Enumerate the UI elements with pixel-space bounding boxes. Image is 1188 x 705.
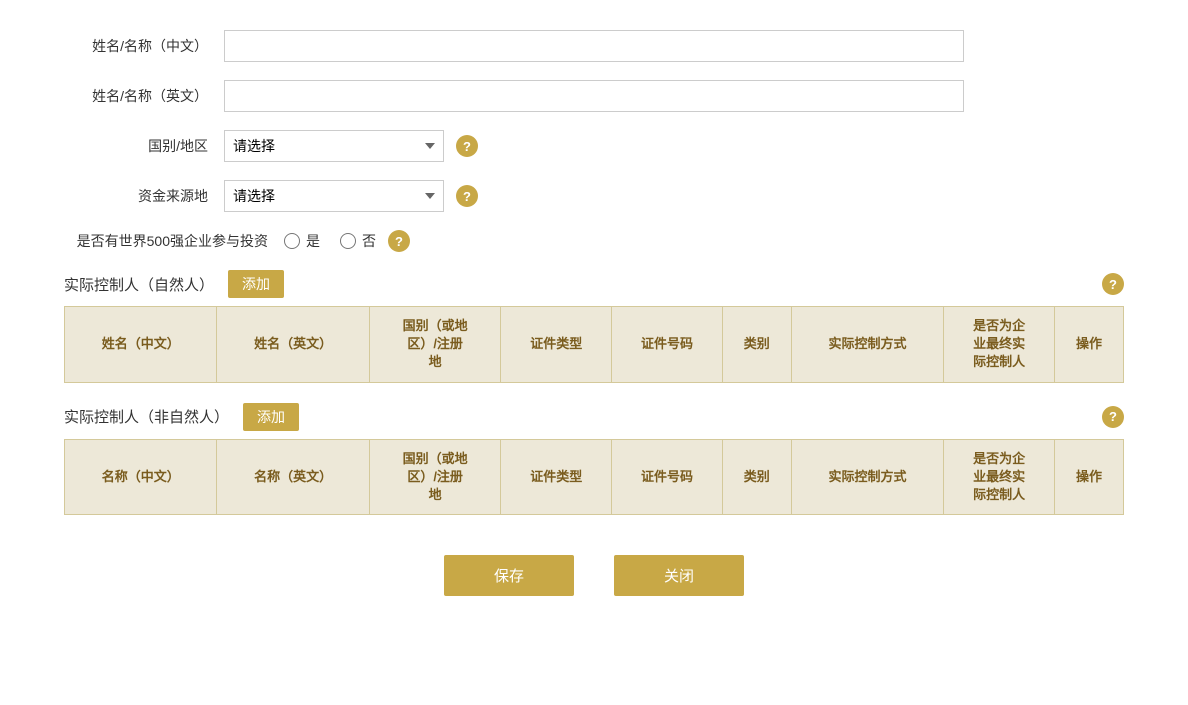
fortune500-label: 是否有世界500强企业参与投资: [64, 231, 284, 251]
non-natural-col-name-en: 名称（英文）: [217, 439, 369, 515]
fortune500-help-icon[interactable]: ?: [388, 230, 410, 252]
fortune500-row: 是否有世界500强企业参与投资 是 否 ?: [64, 230, 1124, 252]
fortune500-radio-group: 是 否: [284, 231, 376, 251]
name-cn-row: 姓名/名称（中文）: [64, 30, 1124, 62]
non-natural-col-cert-type: 证件类型: [501, 439, 612, 515]
fortune500-yes-option[interactable]: 是: [284, 231, 320, 251]
form-container: 姓名/名称（中文） 姓名/名称（英文） 国别/地区 请选择 ? 资金来源地 请选…: [64, 30, 1124, 626]
natural-col-cert-no: 证件号码: [612, 307, 723, 383]
country-select[interactable]: 请选择: [224, 130, 444, 162]
natural-help-icon[interactable]: ?: [1102, 273, 1124, 295]
non-natural-col-name-cn: 名称（中文）: [65, 439, 217, 515]
natural-person-table: 姓名（中文） 姓名（英文） 国别（或地区）/注册地 证件类型 证件号码 类别 实…: [64, 306, 1124, 383]
non-natural-help-icon[interactable]: ?: [1102, 406, 1124, 428]
fund-source-help-icon[interactable]: ?: [456, 185, 478, 207]
non-natural-col-country: 国别（或地区）/注册地: [369, 439, 501, 515]
natural-section-title: 实际控制人（自然人）: [64, 274, 214, 295]
country-help-icon[interactable]: ?: [456, 135, 478, 157]
fund-source-label: 资金来源地: [64, 186, 224, 206]
non-natural-col-operation: 操作: [1054, 439, 1123, 515]
fortune500-yes-label: 是: [306, 231, 320, 251]
fortune500-no-option[interactable]: 否: [340, 231, 376, 251]
natural-col-name-en: 姓名（英文）: [217, 307, 369, 383]
non-natural-person-table: 名称（中文） 名称（英文） 国别（或地区）/注册地 证件类型 证件号码 类别 实…: [64, 439, 1124, 516]
non-natural-col-ultimate-controller: 是否为企业最终实际控制人: [944, 439, 1055, 515]
natural-table-header-row: 姓名（中文） 姓名（英文） 国别（或地区）/注册地 证件类型 证件号码 类别 实…: [65, 307, 1124, 383]
non-natural-col-control-method: 实际控制方式: [791, 439, 943, 515]
name-cn-label: 姓名/名称（中文）: [64, 36, 224, 56]
country-row: 国别/地区 请选择 ?: [64, 130, 1124, 162]
bottom-buttons: 保存 关闭: [64, 555, 1124, 626]
natural-col-category: 类别: [722, 307, 791, 383]
name-cn-input[interactable]: [224, 30, 964, 62]
fortune500-no-radio[interactable]: [340, 233, 356, 249]
fund-source-row: 资金来源地 请选择 ?: [64, 180, 1124, 212]
natural-col-country: 国别（或地区）/注册地: [369, 307, 501, 383]
non-natural-add-button[interactable]: 添加: [243, 403, 299, 431]
natural-col-cert-type: 证件类型: [501, 307, 612, 383]
natural-add-button[interactable]: 添加: [228, 270, 284, 298]
natural-col-control-method: 实际控制方式: [791, 307, 943, 383]
save-button[interactable]: 保存: [444, 555, 574, 596]
fund-source-select[interactable]: 请选择: [224, 180, 444, 212]
natural-col-name-cn: 姓名（中文）: [65, 307, 217, 383]
name-en-input[interactable]: [224, 80, 964, 112]
natural-col-ultimate-controller: 是否为企业最终实际控制人: [944, 307, 1055, 383]
country-label: 国别/地区: [64, 136, 224, 156]
non-natural-col-cert-no: 证件号码: [612, 439, 723, 515]
close-button[interactable]: 关闭: [614, 555, 744, 596]
non-natural-section-title: 实际控制人（非自然人）: [64, 406, 229, 427]
name-en-row: 姓名/名称（英文）: [64, 80, 1124, 112]
name-en-label: 姓名/名称（英文）: [64, 86, 224, 106]
non-natural-section-header: 实际控制人（非自然人） 添加 ?: [64, 403, 1124, 431]
non-natural-col-category: 类别: [722, 439, 791, 515]
natural-section-header: 实际控制人（自然人） 添加 ?: [64, 270, 1124, 298]
fortune500-no-label: 否: [362, 231, 376, 251]
non-natural-table-header-row: 名称（中文） 名称（英文） 国别（或地区）/注册地 证件类型 证件号码 类别 实…: [65, 439, 1124, 515]
fortune500-yes-radio[interactable]: [284, 233, 300, 249]
natural-col-operation: 操作: [1054, 307, 1123, 383]
